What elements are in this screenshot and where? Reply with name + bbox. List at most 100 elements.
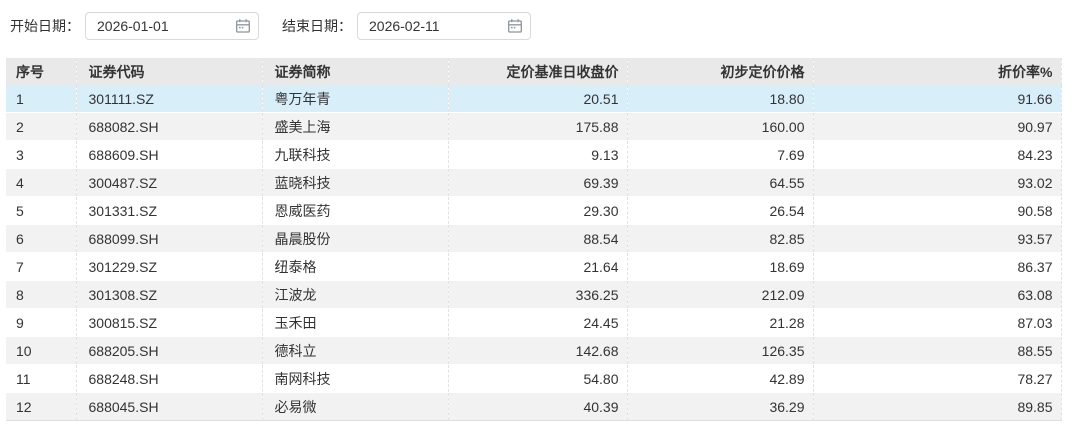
cell-index: 5 <box>6 197 76 225</box>
cell-code: 688082.SH <box>76 113 262 141</box>
start-date-label: 开始日期： <box>10 16 80 36</box>
table-row[interactable]: 2688082.SH盛美上海175.88160.0090.97 <box>6 113 1061 141</box>
cell-code: 688099.SH <box>76 225 262 253</box>
cell-index: 6 <box>6 225 76 253</box>
securities-pricing-table: 序号 证券代码 证券简称 定价基准日收盘价 初步定价价格 折价率% 130111… <box>6 58 1062 421</box>
cell-base-close-price: 40.39 <box>448 393 627 421</box>
cell-base-close-price: 9.13 <box>448 141 627 169</box>
cell-name: 粤万年青 <box>262 85 448 113</box>
table-row[interactable]: 10688205.SH德科立142.68126.3588.55 <box>6 337 1061 365</box>
cell-code: 301229.SZ <box>76 253 262 281</box>
end-date-picker <box>357 12 531 40</box>
cell-base-close-price: 29.30 <box>448 197 627 225</box>
cell-name: 必易微 <box>262 393 448 421</box>
cell-initial-price: 212.09 <box>627 281 813 309</box>
end-date-input[interactable] <box>357 12 531 40</box>
cell-initial-price: 18.80 <box>627 85 813 113</box>
cell-index: 2 <box>6 113 76 141</box>
cell-code: 301331.SZ <box>76 197 262 225</box>
calendar-icon[interactable] <box>507 18 523 34</box>
cell-index: 9 <box>6 309 76 337</box>
table-row[interactable]: 3688609.SH九联科技9.137.6984.23 <box>6 141 1061 169</box>
cell-base-close-price: 175.88 <box>448 113 627 141</box>
cell-discount-rate: 63.08 <box>813 281 1061 309</box>
cell-discount-rate: 78.27 <box>813 365 1061 393</box>
cell-discount-rate: 86.37 <box>813 253 1061 281</box>
cell-code: 301308.SZ <box>76 281 262 309</box>
cell-initial-price: 64.55 <box>627 169 813 197</box>
cell-discount-rate: 91.66 <box>813 85 1061 113</box>
cell-code: 688609.SH <box>76 141 262 169</box>
cell-name: 九联科技 <box>262 141 448 169</box>
cell-name: 玉禾田 <box>262 309 448 337</box>
cell-code: 300487.SZ <box>76 169 262 197</box>
table-row[interactable]: 6688099.SH晶晨股份88.5482.8593.57 <box>6 225 1061 253</box>
cell-name: 纽泰格 <box>262 253 448 281</box>
cell-initial-price: 82.85 <box>627 225 813 253</box>
cell-index: 10 <box>6 337 76 365</box>
cell-discount-rate: 87.03 <box>813 309 1061 337</box>
cell-base-close-price: 142.68 <box>448 337 627 365</box>
table-row[interactable]: 11688248.SH南网科技54.8042.8978.27 <box>6 365 1061 393</box>
cell-base-close-price: 20.51 <box>448 85 627 113</box>
cell-initial-price: 7.69 <box>627 141 813 169</box>
cell-discount-rate: 89.85 <box>813 393 1061 421</box>
table-row[interactable]: 7301229.SZ纽泰格21.6418.6986.37 <box>6 253 1061 281</box>
table-row[interactable]: 1301111.SZ粤万年青20.5118.8091.66 <box>6 85 1061 113</box>
cell-name: 南网科技 <box>262 365 448 393</box>
cell-base-close-price: 69.39 <box>448 169 627 197</box>
cell-index: 4 <box>6 169 76 197</box>
cell-discount-rate: 84.23 <box>813 141 1061 169</box>
cell-discount-rate: 90.58 <box>813 197 1061 225</box>
cell-discount-rate: 93.57 <box>813 225 1061 253</box>
cell-name: 晶晨股份 <box>262 225 448 253</box>
cell-base-close-price: 24.45 <box>448 309 627 337</box>
cell-initial-price: 26.54 <box>627 197 813 225</box>
cell-initial-price: 160.00 <box>627 113 813 141</box>
cell-name: 盛美上海 <box>262 113 448 141</box>
column-header-base-close-price: 定价基准日收盘价 <box>448 58 627 85</box>
cell-name: 德科立 <box>262 337 448 365</box>
end-date-label: 结束日期： <box>282 16 352 36</box>
cell-code: 688045.SH <box>76 393 262 421</box>
start-date-picker <box>85 12 259 40</box>
filter-bar: 开始日期： 结束日期： <box>0 0 1080 52</box>
cell-index: 12 <box>6 393 76 421</box>
cell-initial-price: 18.69 <box>627 253 813 281</box>
column-header-index: 序号 <box>6 58 76 85</box>
cell-name: 蓝晓科技 <box>262 169 448 197</box>
cell-base-close-price: 88.54 <box>448 225 627 253</box>
column-header-code: 证券代码 <box>76 58 262 85</box>
cell-index: 1 <box>6 85 76 113</box>
cell-index: 8 <box>6 281 76 309</box>
table-body: 1301111.SZ粤万年青20.5118.8091.662688082.SH盛… <box>6 85 1061 421</box>
cell-initial-price: 126.35 <box>627 337 813 365</box>
table-row[interactable]: 4300487.SZ蓝晓科技69.3964.5593.02 <box>6 169 1061 197</box>
table-row[interactable]: 12688045.SH必易微40.3936.2989.85 <box>6 393 1061 421</box>
cell-code: 688205.SH <box>76 337 262 365</box>
cell-discount-rate: 88.55 <box>813 337 1061 365</box>
cell-index: 11 <box>6 365 76 393</box>
cell-base-close-price: 54.80 <box>448 365 627 393</box>
cell-index: 7 <box>6 253 76 281</box>
calendar-icon[interactable] <box>235 18 251 34</box>
cell-discount-rate: 90.97 <box>813 113 1061 141</box>
cell-initial-price: 42.89 <box>627 365 813 393</box>
cell-name: 江波龙 <box>262 281 448 309</box>
table-header-row: 序号 证券代码 证券简称 定价基准日收盘价 初步定价价格 折价率% <box>6 58 1061 85</box>
column-header-name: 证券简称 <box>262 58 448 85</box>
start-date-input[interactable] <box>85 12 259 40</box>
cell-code: 688248.SH <box>76 365 262 393</box>
table-row[interactable]: 8301308.SZ江波龙336.25212.0963.08 <box>6 281 1061 309</box>
cell-base-close-price: 336.25 <box>448 281 627 309</box>
cell-code: 301111.SZ <box>76 85 262 113</box>
cell-name: 恩威医药 <box>262 197 448 225</box>
table-row[interactable]: 9300815.SZ玉禾田24.4521.2887.03 <box>6 309 1061 337</box>
table-row[interactable]: 5301331.SZ恩威医药29.3026.5490.58 <box>6 197 1061 225</box>
cell-code: 300815.SZ <box>76 309 262 337</box>
column-header-initial-price: 初步定价价格 <box>627 58 813 85</box>
cell-base-close-price: 21.64 <box>448 253 627 281</box>
cell-initial-price: 36.29 <box>627 393 813 421</box>
cell-index: 3 <box>6 141 76 169</box>
cell-initial-price: 21.28 <box>627 309 813 337</box>
